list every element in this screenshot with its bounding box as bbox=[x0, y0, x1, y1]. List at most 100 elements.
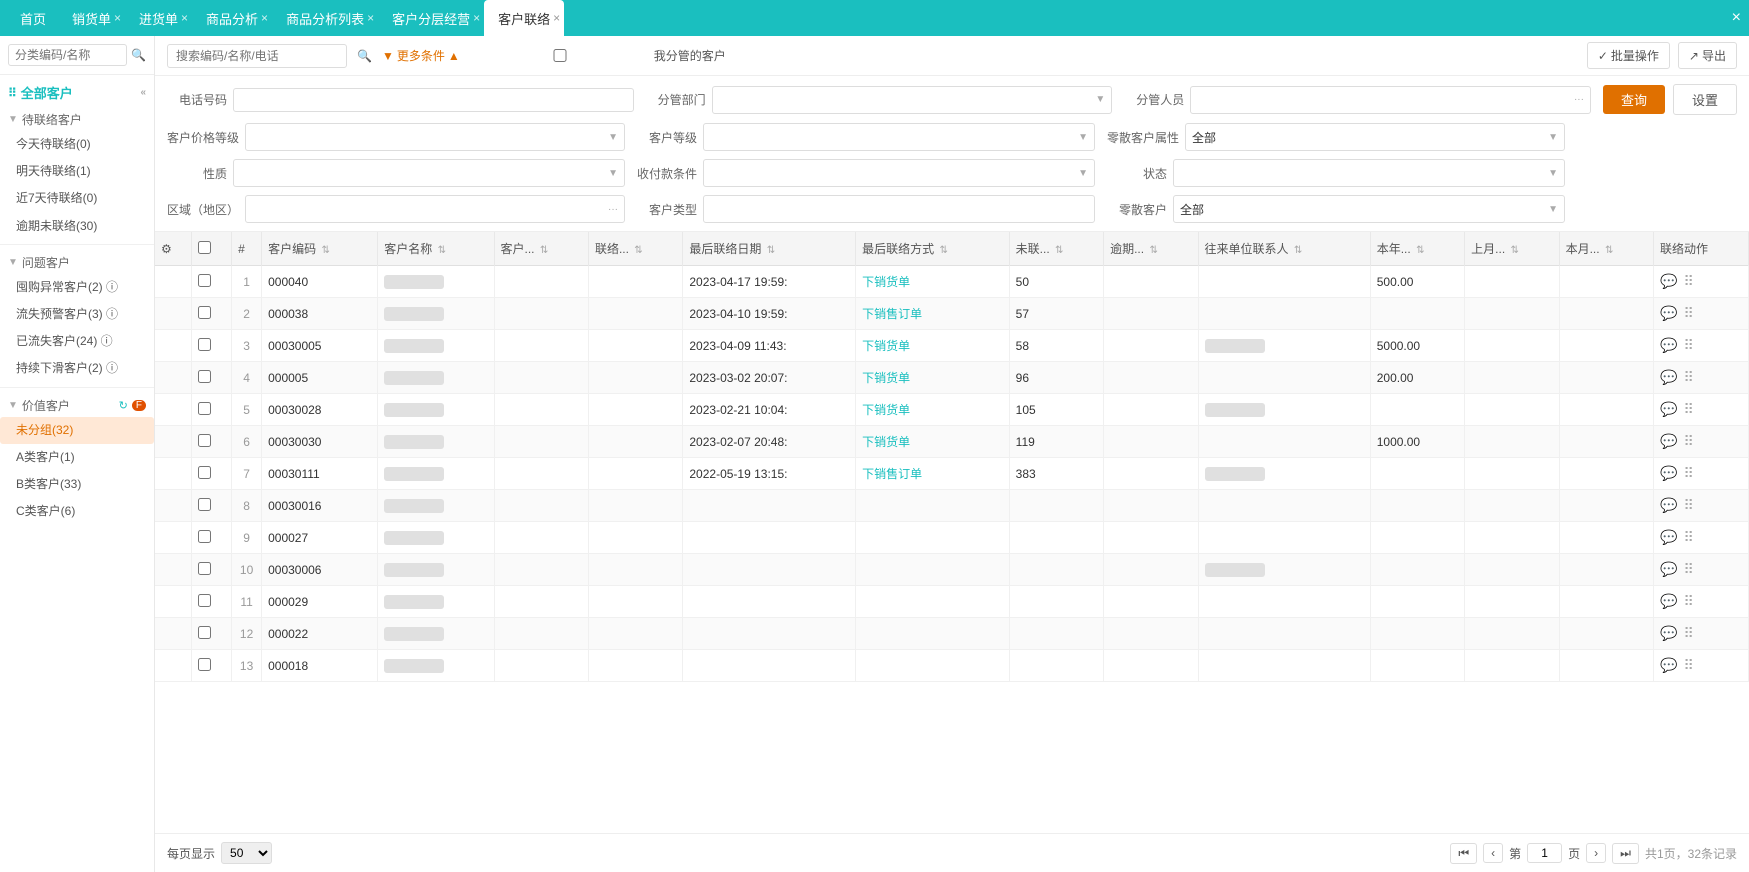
row-checkbox-cell[interactable] bbox=[191, 522, 231, 554]
tab-goods-analysis[interactable]: 商品分析 × bbox=[192, 0, 272, 36]
col-contact-person[interactable]: 往来单位联系人 ⇅ bbox=[1198, 232, 1370, 266]
contact-phone-icon[interactable]: 💬 bbox=[1660, 593, 1677, 610]
row-checkbox-cell[interactable] bbox=[191, 330, 231, 362]
contact-type-link[interactable]: 下销货单 bbox=[862, 339, 910, 353]
reset-btn[interactable]: 设置 bbox=[1673, 84, 1737, 115]
contact-more-icon[interactable]: ⠿ bbox=[1683, 657, 1693, 674]
category-search-input[interactable] bbox=[8, 44, 127, 66]
row-last-type[interactable]: 下销售订单 bbox=[856, 458, 1010, 490]
contact-phone-icon[interactable]: 💬 bbox=[1660, 657, 1677, 674]
sidebar-item-declining[interactable]: 持续下滑客户(2) ⓘ bbox=[0, 355, 154, 382]
tab-customer-contact[interactable]: 客户联络 × bbox=[484, 0, 564, 36]
contact-more-icon[interactable]: ⠿ bbox=[1683, 497, 1693, 514]
row-checkbox-cell[interactable] bbox=[191, 458, 231, 490]
row-checkbox[interactable] bbox=[198, 434, 211, 447]
customer-type-select[interactable] bbox=[703, 195, 1095, 223]
row-last-type[interactable] bbox=[856, 490, 1010, 522]
row-last-type[interactable] bbox=[856, 554, 1010, 586]
row-last-type[interactable]: 下销货单 bbox=[856, 362, 1010, 394]
contact-more-icon[interactable]: ⠿ bbox=[1683, 529, 1693, 546]
row-checkbox[interactable] bbox=[198, 594, 211, 607]
contact-more-icon[interactable]: ⠿ bbox=[1683, 337, 1693, 354]
row-checkbox-cell[interactable] bbox=[191, 650, 231, 682]
col-type[interactable]: 客户... ⇅ bbox=[494, 232, 588, 266]
close-goods-list-tab[interactable]: × bbox=[367, 11, 374, 25]
row-checkbox-cell[interactable] bbox=[191, 490, 231, 522]
row-last-type[interactable] bbox=[856, 650, 1010, 682]
col-checkbox[interactable] bbox=[191, 232, 231, 266]
sidebar-item-overdue-pending[interactable]: 逾期未联络(30) bbox=[0, 213, 154, 240]
contact-type-link[interactable]: 下销货单 bbox=[862, 403, 910, 417]
row-last-type[interactable] bbox=[856, 618, 1010, 650]
row-checkbox[interactable] bbox=[198, 530, 211, 543]
row-checkbox[interactable] bbox=[198, 562, 211, 575]
last-page-btn[interactable]: ⏭ bbox=[1612, 843, 1639, 864]
close-customer-contact-tab[interactable]: × bbox=[553, 11, 560, 25]
close-sales-tab[interactable]: × bbox=[114, 11, 121, 25]
collapse-sidebar-icon[interactable]: « bbox=[140, 87, 146, 98]
my-customers-checkbox-label[interactable]: 我分管的客户 bbox=[470, 47, 726, 64]
page-size-select[interactable]: 50 100 200 bbox=[221, 842, 272, 864]
row-checkbox-cell[interactable] bbox=[191, 586, 231, 618]
batch-ops-btn[interactable]: ✓ 批量操作 bbox=[1587, 42, 1670, 69]
more-conditions-btn[interactable]: ▼ 更多条件 ▲ bbox=[382, 47, 460, 64]
contact-type-link[interactable]: 下销售订单 bbox=[862, 467, 922, 481]
row-last-type[interactable]: 下销货单 bbox=[856, 330, 1010, 362]
payment-select[interactable]: ▼ bbox=[703, 159, 1095, 187]
zero-attr-select[interactable]: 全部 ▼ bbox=[1185, 123, 1565, 151]
contact-more-icon[interactable]: ⠿ bbox=[1683, 273, 1693, 290]
col-overdue[interactable]: 逾期... ⇅ bbox=[1104, 232, 1198, 266]
price-level-select[interactable]: ▼ bbox=[245, 123, 625, 151]
contact-phone-icon[interactable]: 💬 bbox=[1660, 433, 1677, 450]
sidebar-item-week-pending[interactable]: 近7天待联络(0) bbox=[0, 185, 154, 212]
contact-more-icon[interactable]: ⠿ bbox=[1683, 433, 1693, 450]
dept-select[interactable]: ▼ bbox=[712, 86, 1113, 114]
close-customer-tier-tab[interactable]: × bbox=[473, 11, 480, 25]
contact-more-icon[interactable]: ⠿ bbox=[1683, 625, 1693, 642]
col-this-month[interactable]: 本月... ⇅ bbox=[1559, 232, 1653, 266]
tab-home[interactable]: 首页 bbox=[8, 0, 58, 36]
row-checkbox[interactable] bbox=[198, 370, 211, 383]
sidebar-item-churn-warning[interactable]: 流失预警客户(3) ⓘ bbox=[0, 301, 154, 328]
customer-level-select[interactable]: ▼ bbox=[703, 123, 1095, 151]
row-checkbox-cell[interactable] bbox=[191, 362, 231, 394]
row-checkbox[interactable] bbox=[198, 626, 211, 639]
tab-customer-tier[interactable]: 客户分层经营 × bbox=[378, 0, 484, 36]
tab-purchase[interactable]: 进货单 × bbox=[125, 0, 192, 36]
contact-phone-icon[interactable]: 💬 bbox=[1660, 561, 1677, 578]
contact-more-icon[interactable]: ⠿ bbox=[1683, 561, 1693, 578]
sidebar-item-churned[interactable]: 已流失客户(24) ⓘ bbox=[0, 328, 154, 355]
contact-more-icon[interactable]: ⠿ bbox=[1683, 465, 1693, 482]
region-select[interactable]: ··· bbox=[245, 195, 625, 223]
sidebar-search-icon[interactable]: 🔍 bbox=[131, 48, 146, 62]
contact-more-icon[interactable]: ⠿ bbox=[1683, 593, 1693, 610]
contact-phone-icon[interactable]: 💬 bbox=[1660, 305, 1677, 322]
sidebar-item-class-c[interactable]: C类客户(6) bbox=[0, 498, 154, 525]
row-checkbox[interactable] bbox=[198, 274, 211, 287]
contact-phone-icon[interactable]: 💬 bbox=[1660, 529, 1677, 546]
row-last-type[interactable]: 下销货单 bbox=[856, 266, 1010, 298]
manager-select[interactable]: ··· bbox=[1190, 86, 1591, 114]
col-settings[interactable]: ⚙ bbox=[155, 232, 191, 266]
phone-input[interactable] bbox=[233, 88, 634, 112]
row-checkbox[interactable] bbox=[198, 658, 211, 671]
close-purchase-tab[interactable]: × bbox=[181, 11, 188, 25]
close-goods-analysis-tab[interactable]: × bbox=[261, 11, 268, 25]
all-customers-header[interactable]: ⠿ 全部客户 « bbox=[0, 75, 154, 106]
page-number-input[interactable] bbox=[1527, 843, 1562, 863]
row-checkbox-cell[interactable] bbox=[191, 554, 231, 586]
row-checkbox-cell[interactable] bbox=[191, 394, 231, 426]
contact-type-link[interactable]: 下销货单 bbox=[862, 435, 910, 449]
row-checkbox[interactable] bbox=[198, 466, 211, 479]
status-select[interactable]: ▼ bbox=[1173, 159, 1565, 187]
row-last-type[interactable] bbox=[856, 586, 1010, 618]
row-last-type[interactable]: 下销售订单 bbox=[856, 298, 1010, 330]
sidebar-item-no-group[interactable]: 未分组(32) bbox=[0, 417, 154, 444]
row-checkbox-cell[interactable] bbox=[191, 426, 231, 458]
sidebar-item-class-b[interactable]: B类客户(33) bbox=[0, 471, 154, 498]
row-checkbox-cell[interactable] bbox=[191, 298, 231, 330]
contact-phone-icon[interactable]: 💬 bbox=[1660, 273, 1677, 290]
row-checkbox-cell[interactable] bbox=[191, 266, 231, 298]
contact-phone-icon[interactable]: 💬 bbox=[1660, 625, 1677, 642]
row-checkbox-cell[interactable] bbox=[191, 618, 231, 650]
